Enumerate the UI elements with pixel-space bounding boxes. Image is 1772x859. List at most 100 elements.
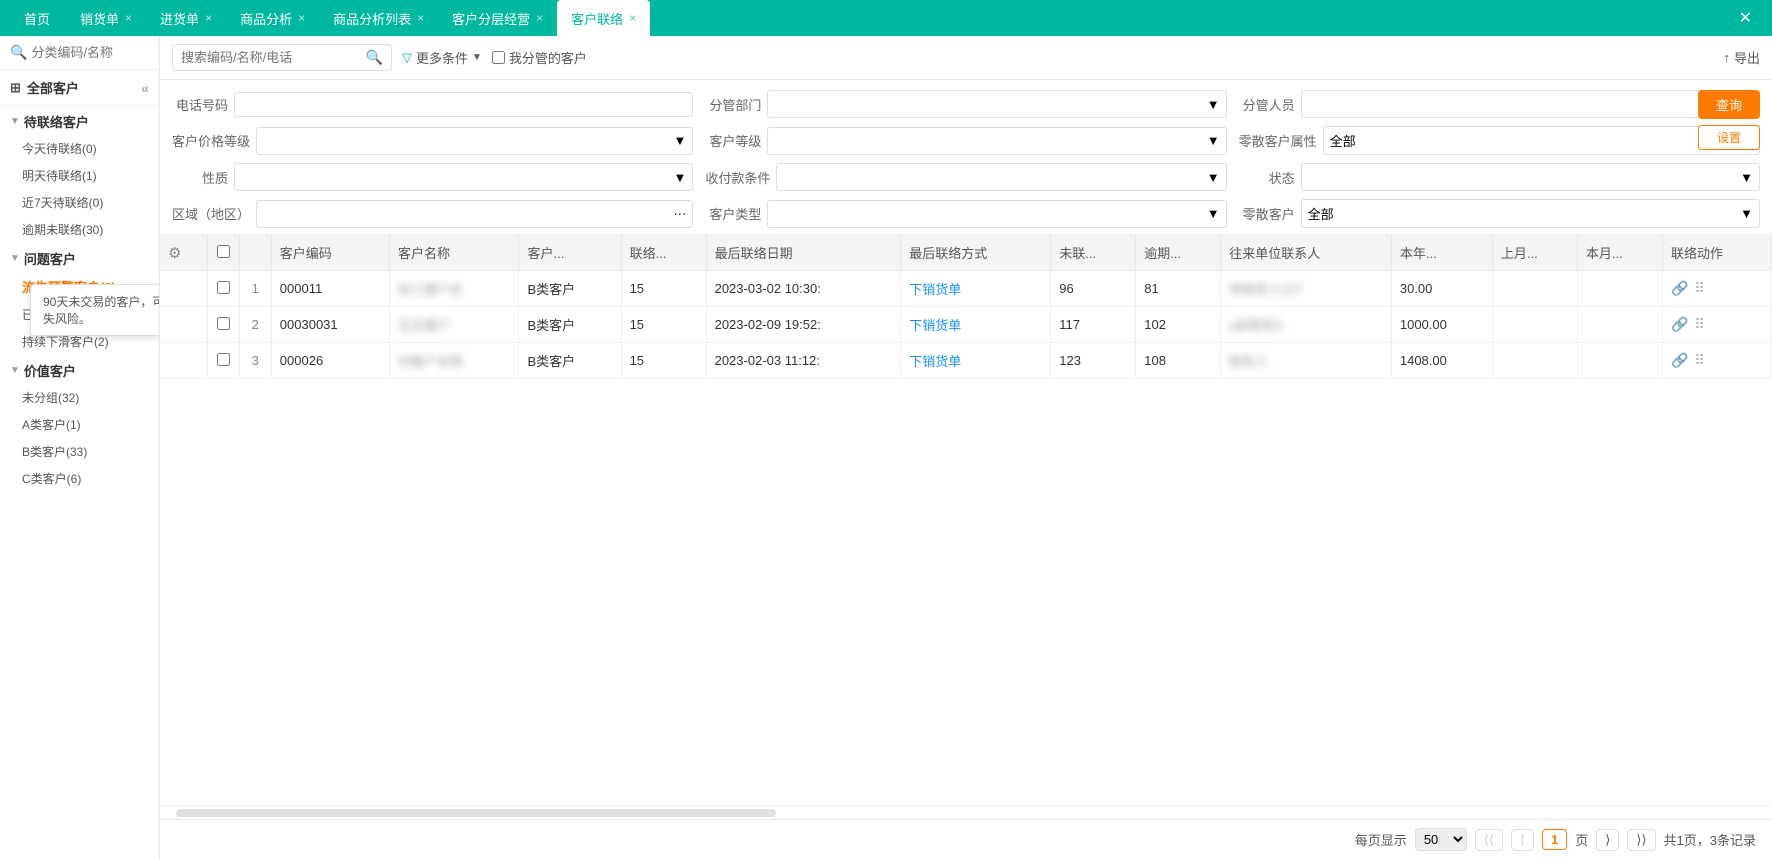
- row2-last-way-link[interactable]: 下销货单: [909, 318, 961, 333]
- customer-type-chevron-icon: ▼: [1207, 206, 1220, 221]
- per-page-select[interactable]: 50 100 200: [1415, 828, 1467, 851]
- sidebar-item-7days[interactable]: 近7天待联络(0): [0, 189, 159, 216]
- row3-action-more-icon[interactable]: ⠿: [1694, 352, 1704, 369]
- sidebar-item-today[interactable]: 今天待联络(0): [0, 135, 159, 162]
- row2-checkbox[interactable]: [217, 317, 230, 330]
- total-records: 共1页，3条记录: [1664, 830, 1756, 849]
- close-tab-purchase-icon[interactable]: ×: [205, 11, 212, 25]
- dept-select[interactable]: ▼: [767, 90, 1226, 118]
- page-next-btn[interactable]: ⟩: [1596, 829, 1619, 851]
- col-unlinked: 未联...: [1051, 235, 1136, 271]
- close-tab-sales-icon[interactable]: ×: [125, 11, 132, 25]
- payment-select[interactable]: ▼: [776, 163, 1226, 191]
- row2-action-link-icon[interactable]: 🔗: [1671, 316, 1688, 333]
- status-select[interactable]: ▼: [1301, 163, 1760, 191]
- row3-last-way[interactable]: 下销货单: [901, 343, 1051, 379]
- row2-last-way[interactable]: 下销货单: [901, 307, 1051, 343]
- row3-last-way-link[interactable]: 下销货单: [909, 354, 961, 369]
- sidebar-section-value[interactable]: ▼ 价值客户: [0, 355, 159, 384]
- sidebar-section-pending[interactable]: ▼ 待联络客户: [0, 106, 159, 135]
- my-customers-check[interactable]: 我分管的客户: [492, 48, 587, 67]
- page-last-btn[interactable]: ⟩⟩: [1627, 829, 1655, 851]
- close-tab-tier-icon[interactable]: ×: [536, 11, 543, 25]
- customer-grade-select[interactable]: ▼: [767, 127, 1226, 155]
- row1-last-way-link[interactable]: 下销货单: [909, 282, 961, 297]
- tab-product-analysis-list[interactable]: 商品分析列表 ×: [319, 0, 438, 36]
- table-gear-icon[interactable]: ⚙: [168, 245, 181, 262]
- col-action: 联络动作: [1662, 235, 1771, 271]
- scatter-customer-select[interactable]: 全部 ▼: [1301, 199, 1760, 228]
- row2-action-more-icon[interactable]: ⠿: [1694, 316, 1704, 333]
- phone-input[interactable]: [234, 92, 693, 117]
- sidebar-item-tomorrow[interactable]: 明天待联络(1): [0, 162, 159, 189]
- sidebar-item-ungrouped[interactable]: 未分组(32): [0, 384, 159, 411]
- price-grade-select[interactable]: ▼: [256, 127, 693, 155]
- page-current: 1: [1542, 829, 1567, 850]
- customer-table-container: ⚙ 客户编码 客户名称 客户... 联络... 最后联络日期 最后联络方式 未联…: [160, 235, 1772, 805]
- filter-more-btn[interactable]: ▽ 更多条件 ▼: [402, 48, 482, 67]
- close-tab-contact-icon[interactable]: ×: [629, 11, 636, 25]
- sidebar-item-overdue[interactable]: 逾期未联络(30): [0, 216, 159, 243]
- query-button[interactable]: 查询: [1698, 90, 1760, 119]
- row1-checkbox[interactable]: [217, 281, 230, 294]
- row1-code: 000011: [271, 271, 389, 307]
- tab-product-analysis[interactable]: 商品分析 ×: [226, 0, 319, 36]
- row2-last-month: [1492, 307, 1577, 343]
- close-tab-analysis-icon[interactable]: ×: [298, 11, 305, 25]
- tab-sales-order[interactable]: 销货单 ×: [66, 0, 146, 36]
- content-area: 🔍 ▽ 更多条件 ▼ 我分管的客户 ↑ 导出 电话号码: [160, 36, 1772, 859]
- row1-this-year: 30.00: [1391, 271, 1492, 307]
- row3-check[interactable]: [207, 343, 239, 379]
- col-code: 客户编码: [271, 235, 389, 271]
- row3-action-link-icon[interactable]: 🔗: [1671, 352, 1688, 369]
- row1-overdue: 81: [1136, 271, 1221, 307]
- col-checkbox[interactable]: [207, 235, 239, 271]
- filter-payment: 收付款条件 ▼: [705, 163, 1226, 191]
- tab-customer-contact[interactable]: 客户联络 ×: [557, 0, 650, 36]
- page-first-btn[interactable]: ⟨⟨: [1475, 829, 1503, 851]
- col-overdue: 逾期...: [1136, 235, 1221, 271]
- sidebar-item-class-c[interactable]: C类客户(6): [0, 465, 159, 492]
- horizontal-scrollbar[interactable]: [176, 809, 776, 817]
- row1-last-way[interactable]: 下销货单: [901, 271, 1051, 307]
- col-contact: 联络...: [621, 235, 706, 271]
- window-close-button[interactable]: ✕: [1727, 8, 1764, 28]
- tab-customer-tier[interactable]: 客户分层经营 ×: [438, 0, 557, 36]
- arrow-down-icon2: ▼: [10, 253, 20, 264]
- customer-type-select[interactable]: ▼: [767, 200, 1226, 228]
- row2-name: 王五客户: [389, 307, 519, 343]
- row3-checkbox[interactable]: [217, 353, 230, 366]
- region-select[interactable]: ···: [256, 200, 693, 228]
- sidebar-section-problem[interactable]: ▼ 问题客户: [0, 243, 159, 272]
- row3-this-month: [1577, 343, 1662, 379]
- col-type: 客户...: [519, 235, 621, 271]
- row1-contact: 15: [621, 271, 706, 307]
- settings-button[interactable]: 设置: [1698, 125, 1760, 150]
- row1-check[interactable]: [207, 271, 239, 307]
- sidebar-item-class-a[interactable]: A类客户(1): [0, 411, 159, 438]
- tab-purchase-order[interactable]: 进货单 ×: [146, 0, 226, 36]
- col-last-way: 最后联络方式: [901, 235, 1051, 271]
- filter-search-input[interactable]: [181, 50, 366, 65]
- nature-select[interactable]: ▼: [234, 163, 693, 191]
- filter-search-icon[interactable]: 🔍: [366, 49, 383, 66]
- export-button[interactable]: ↑ 导出: [1723, 48, 1760, 67]
- tab-home[interactable]: 首页: [8, 9, 66, 28]
- sidebar-search-input[interactable]: [31, 45, 160, 60]
- price-grade-label: 客户价格等级: [172, 131, 250, 150]
- row2-check[interactable]: [207, 307, 239, 343]
- close-tab-analysis-list-icon[interactable]: ×: [417, 11, 424, 25]
- col-gear[interactable]: ⚙: [160, 235, 207, 271]
- sidebar-item-class-b[interactable]: B类客户(33): [0, 438, 159, 465]
- col-this-month: 本月...: [1577, 235, 1662, 271]
- row1-action-more-icon[interactable]: ⠿: [1694, 280, 1704, 297]
- select-all-checkbox[interactable]: [217, 245, 230, 258]
- sidebar-collapse-icon[interactable]: «: [141, 80, 149, 96]
- page-prev-btn[interactable]: ⟨: [1511, 829, 1534, 851]
- row1-action-link-icon[interactable]: 🔗: [1671, 280, 1688, 297]
- scatter-attr-select[interactable]: 全部 ▼: [1323, 126, 1760, 155]
- manager-select[interactable]: ···: [1301, 90, 1760, 118]
- sidebar-all-customers[interactable]: ⊞ 全部客户 «: [0, 70, 159, 106]
- my-customers-checkbox[interactable]: [492, 51, 505, 64]
- churn-warning-tooltip: 90天未交易的客户，可能有流失风险。: [30, 284, 160, 336]
